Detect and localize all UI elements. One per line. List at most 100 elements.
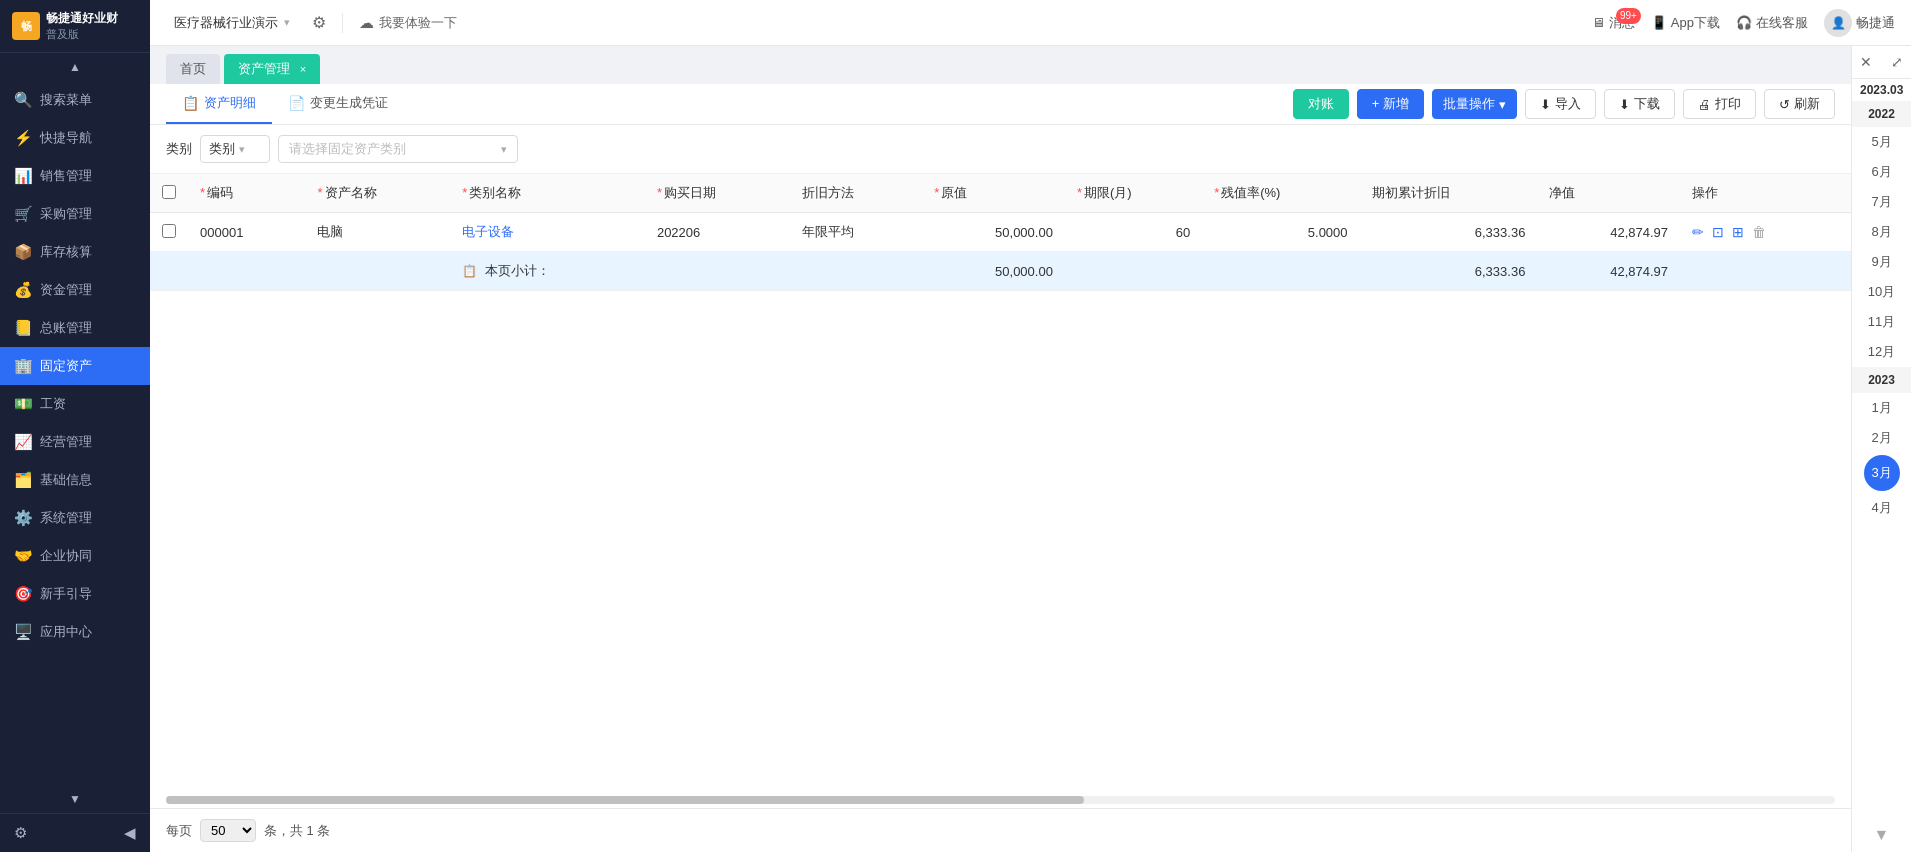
user-avatar: 👤 [1824, 9, 1852, 37]
sidebar-item-搜索菜单[interactable]: 🔍 搜索菜单 [0, 81, 150, 119]
right-panel-header: ✕ ⤢ [1852, 46, 1911, 79]
right-panel-bottom-icon[interactable]: ▼ [1874, 826, 1890, 844]
company-settings-icon[interactable]: ⚙ [312, 13, 326, 32]
sidebar-menu: 🔍 搜索菜单 ⚡ 快捷导航 📊 销售管理 🛒 采购管理 📦 库存核算 💰 资金管… [0, 81, 150, 785]
sidebar-item-快捷导航[interactable]: ⚡ 快捷导航 [0, 119, 150, 157]
new-label: + 新增 [1372, 95, 1409, 113]
sidebar-item-label: 工资 [40, 395, 66, 413]
settings-icon[interactable]: ⚙ [14, 824, 27, 842]
month-item-2022-10[interactable]: 10月 [1852, 277, 1911, 307]
tab-asset-label: 资产管理 [238, 61, 290, 76]
sidebar-item-label: 应用中心 [40, 623, 92, 641]
month-item-2022-7[interactable]: 7月 [1852, 187, 1911, 217]
batch-button[interactable]: 批量操作 ▾ [1432, 89, 1517, 119]
header-name: *资产名称 [305, 174, 450, 213]
table-row: 000001 电脑 电子设备 202206 年限平均 50,000.00 60 … [150, 213, 1851, 252]
delete-icon[interactable]: 🗑 [1752, 224, 1766, 240]
sidebar-item-固定资产[interactable]: 🏢 固定资产 [0, 347, 150, 385]
company-selector[interactable]: 医疗器械行业演示 ▾ [166, 10, 298, 36]
category-input[interactable]: 请选择固定资产类别 ▾ [278, 135, 518, 163]
collapse-icon[interactable]: ◀ [124, 824, 136, 842]
sidebar-item-资金管理[interactable]: 💰 资金管理 [0, 271, 150, 309]
sidebar-item-工资[interactable]: 💵 工资 [0, 385, 150, 423]
header-period: *期限(月) [1065, 174, 1202, 213]
toolbar-right: 对账 + 新增 批量操作 ▾ ⬇ 导入 [1293, 89, 1835, 119]
sidebar-icon: 📒 [14, 319, 32, 337]
row-name: 电脑 [305, 213, 450, 252]
month-item-2023-4[interactable]: 4月 [1852, 493, 1911, 523]
tab-close-icon[interactable]: × [300, 63, 306, 75]
batch-label: 批量操作 [1443, 95, 1495, 113]
experience-btn[interactable]: ☁ 我要体验一下 [359, 14, 457, 32]
sub-tabs: 📋 资产明细 📄 变更生成凭证 [166, 84, 404, 124]
app-download-label: App下载 [1671, 14, 1720, 32]
row-checkbox[interactable] [162, 224, 176, 238]
sidebar-item-label: 采购管理 [40, 205, 92, 223]
asset-detail-icon: 📋 [182, 95, 199, 111]
message-btn[interactable]: 🖥 消息 99+ [1592, 14, 1635, 32]
sidebar-item-应用中心[interactable]: 🖥️ 应用中心 [0, 613, 150, 651]
year-2023-label: 2023 [1852, 367, 1911, 393]
message-badge: 99+ [1616, 8, 1641, 24]
sidebar-logo[interactable]: 畅 畅捷通好业财 普及版 [0, 0, 150, 53]
user-name: 畅捷通 [1856, 14, 1895, 32]
user-avatar-btn[interactable]: 👤 畅捷通 [1824, 9, 1895, 37]
per-page-select[interactable]: 50 100 [200, 819, 256, 842]
right-panel-close-icon[interactable]: ✕ [1860, 54, 1872, 70]
table-scrollbar[interactable] [166, 796, 1835, 804]
copy-icon[interactable]: ⊡ [1712, 224, 1724, 240]
month-item-2022-12[interactable]: 12月 [1852, 337, 1911, 367]
print-label: 打印 [1715, 95, 1741, 113]
sidebar-item-系统管理[interactable]: ⚙️ 系统管理 [0, 499, 150, 537]
sub-tab-change-voucher[interactable]: 📄 变更生成凭证 [272, 84, 404, 124]
sidebar-scroll-up[interactable]: ▲ [69, 57, 81, 77]
tab-home[interactable]: 首页 [166, 54, 220, 84]
app-edition: 普及版 [46, 27, 118, 42]
sidebar-item-label: 基础信息 [40, 471, 92, 489]
app-download-btn[interactable]: 📱 App下载 [1651, 14, 1720, 32]
sidebar-item-经营管理[interactable]: 📈 经营管理 [0, 423, 150, 461]
download-label: 下载 [1634, 95, 1660, 113]
edit-icon[interactable]: ✏ [1692, 224, 1704, 240]
service-btn[interactable]: 🎧 在线客服 [1736, 14, 1808, 32]
month-item-2022-11[interactable]: 11月 [1852, 307, 1911, 337]
month-item-2023-1[interactable]: 1月 [1852, 393, 1911, 423]
month-item-2022-5[interactable]: 5月 [1852, 127, 1911, 157]
duizhang-button[interactable]: 对账 [1293, 89, 1349, 119]
month-item-2023-2[interactable]: 2月 [1852, 423, 1911, 453]
new-button[interactable]: + 新增 [1357, 89, 1424, 119]
header-action: 操作 [1680, 174, 1851, 213]
asset-table: *编码 *资产名称 *类别名称 *购买日期 折旧方法 *原值 *期限(月) *残… [150, 174, 1851, 291]
sidebar-item-采购管理[interactable]: 🛒 采购管理 [0, 195, 150, 233]
more-icon[interactable]: ⊞ [1732, 224, 1744, 240]
download-button[interactable]: ⬇ 下载 [1604, 89, 1675, 119]
row-actions: ✏ ⊡ ⊞ 🗑 [1680, 213, 1851, 252]
category-type-select[interactable]: 类别 ▾ [200, 135, 270, 163]
import-button[interactable]: ⬇ 导入 [1525, 89, 1596, 119]
sub-tab-asset-detail[interactable]: 📋 资产明细 [166, 84, 272, 124]
refresh-icon: ↺ [1779, 97, 1790, 112]
month-item-2022-8[interactable]: 8月 [1852, 217, 1911, 247]
tab-asset-management[interactable]: 资产管理 × [224, 54, 320, 84]
select-all-checkbox[interactable] [162, 185, 176, 199]
sidebar-item-基础信息[interactable]: 🗂️ 基础信息 [0, 461, 150, 499]
subtotal-original-value: 50,000.00 [922, 252, 1065, 291]
refresh-button[interactable]: ↺ 刷新 [1764, 89, 1835, 119]
sidebar-scroll-down[interactable]: ▼ [69, 789, 81, 809]
sidebar-item-库存核算[interactable]: 📦 库存核算 [0, 233, 150, 271]
print-button[interactable]: 🖨 打印 [1683, 89, 1756, 119]
sidebar-item-销售管理[interactable]: 📊 销售管理 [0, 157, 150, 195]
month-item-2022-9[interactable]: 9月 [1852, 247, 1911, 277]
month-item-2022-6[interactable]: 6月 [1852, 157, 1911, 187]
sidebar-item-新手引导[interactable]: 🎯 新手引导 [0, 575, 150, 613]
sidebar-bottom: ⚙ ◀ [0, 813, 150, 852]
category-label: 类别 [166, 140, 192, 158]
sidebar-icon: 🏢 [14, 357, 32, 375]
month-item-2023-3[interactable]: 3月 [1864, 455, 1900, 491]
category-type-arrow-icon: ▾ [239, 143, 245, 156]
import-label: 导入 [1555, 95, 1581, 113]
sidebar-item-企业协同[interactable]: 🤝 企业协同 [0, 537, 150, 575]
right-panel-expand-icon[interactable]: ⤢ [1891, 54, 1903, 70]
subtotal-row: 📋 本页小计： 50,000.00 6,333.36 42,874.97 [150, 252, 1851, 291]
sidebar-item-总账管理[interactable]: 📒 总账管理 [0, 309, 150, 347]
